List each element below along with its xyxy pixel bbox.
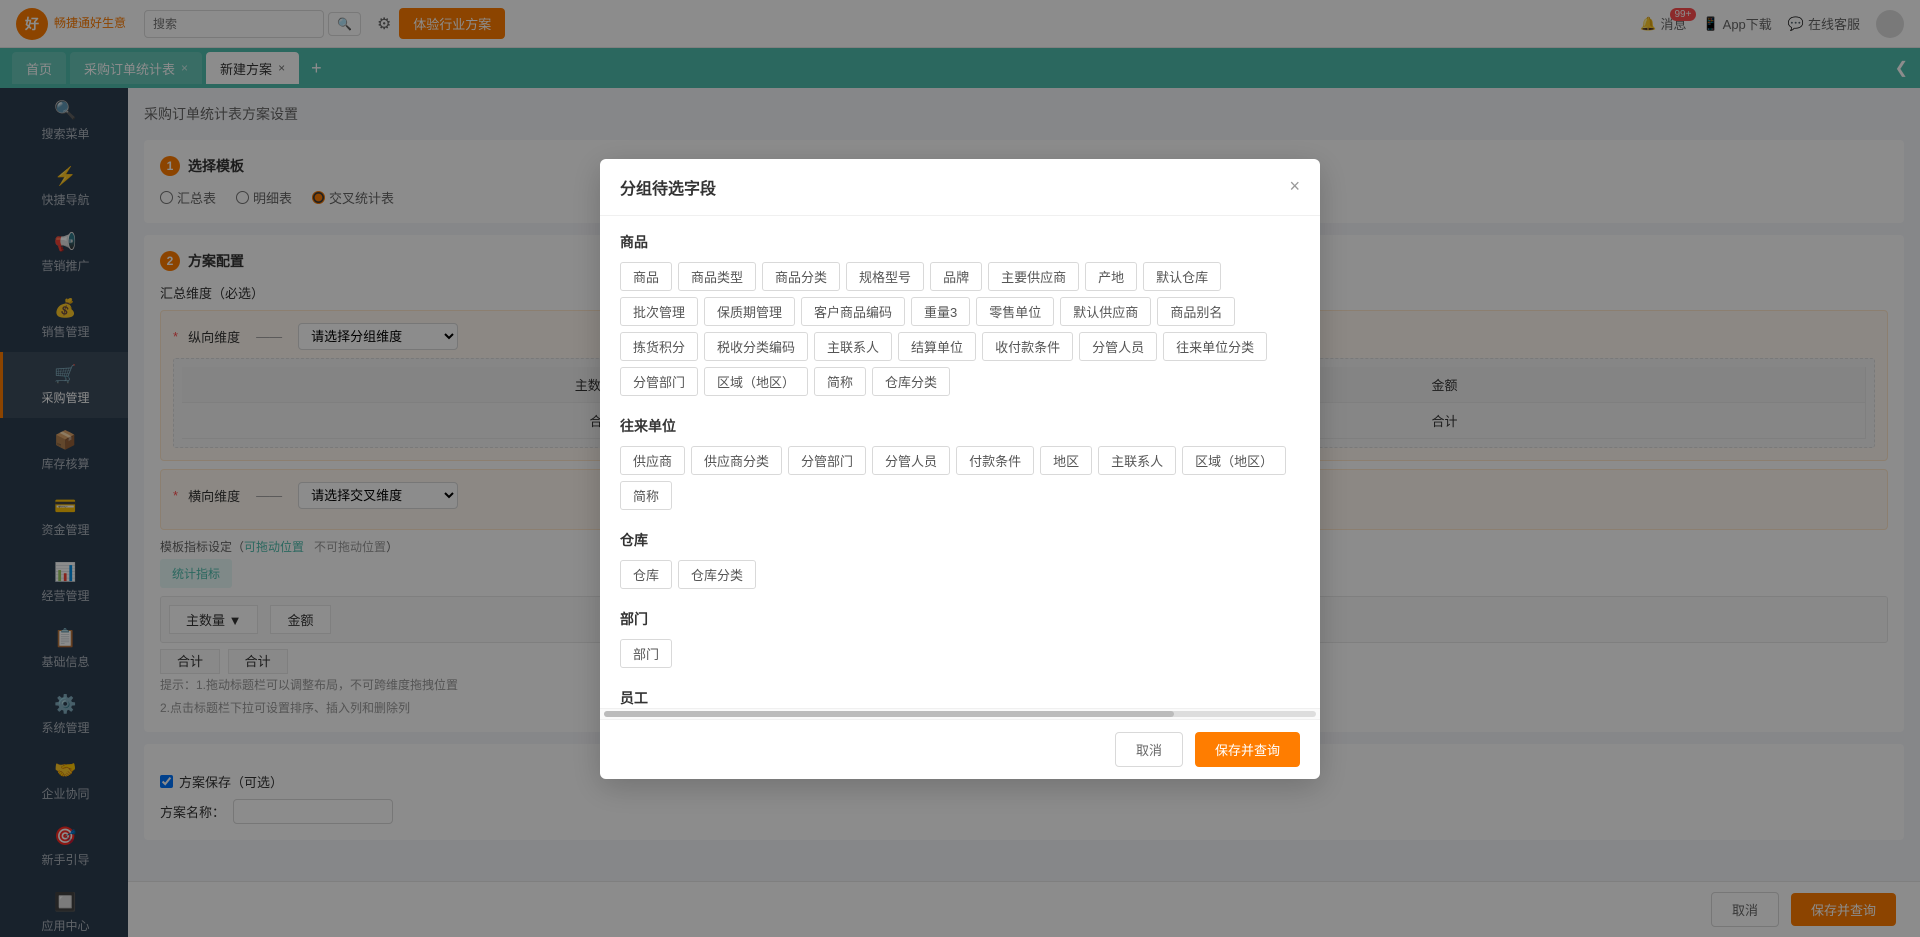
field-group-department: 部门 部门 bbox=[620, 609, 1300, 668]
modal: 分组待选字段 × 商品 商品 商品类型 商品分类 规格型号 品牌 主要供应商 产… bbox=[600, 159, 1320, 779]
field-tag-warehouse[interactable]: 仓库 bbox=[620, 560, 672, 589]
product-group-title: 商品 bbox=[620, 232, 1300, 252]
field-group-warehouse: 仓库 仓库 仓库分类 bbox=[620, 530, 1300, 589]
overlay: 分组待选字段 × 商品 商品 商品类型 商品分类 规格型号 品牌 主要供应商 产… bbox=[0, 0, 1920, 937]
field-tag-batch-mgmt[interactable]: 批次管理 bbox=[620, 297, 698, 326]
field-group-product: 商品 商品 商品类型 商品分类 规格型号 品牌 主要供应商 产地 默认仓库 批次… bbox=[620, 232, 1300, 396]
employee-group-title: 员工 bbox=[620, 688, 1300, 708]
field-tag-payment-cond[interactable]: 付款条件 bbox=[956, 446, 1034, 475]
field-tag-supervise-dept[interactable]: 分管部门 bbox=[788, 446, 866, 475]
field-tag-product[interactable]: 商品 bbox=[620, 262, 672, 291]
warehouse-field-tags: 仓库 仓库分类 bbox=[620, 560, 1300, 589]
field-tag-main-supplier[interactable]: 主要供应商 bbox=[988, 262, 1079, 291]
field-tag-region-2[interactable]: 区域（地区） bbox=[1182, 446, 1286, 475]
modal-header: 分组待选字段 × bbox=[600, 159, 1320, 216]
field-tag-weight3[interactable]: 重量3 bbox=[911, 297, 970, 326]
field-tag-settle-unit[interactable]: 结算单位 bbox=[898, 332, 976, 361]
field-tag-default-supplier[interactable]: 默认供应商 bbox=[1060, 297, 1151, 326]
field-tag-supplier[interactable]: 供应商 bbox=[620, 446, 685, 475]
field-tag-dept-supervisor[interactable]: 分管部门 bbox=[620, 367, 698, 396]
modal-hscroll[interactable] bbox=[600, 708, 1320, 718]
field-tag-warehouse-category[interactable]: 仓库分类 bbox=[872, 367, 950, 396]
modal-body[interactable]: 商品 商品 商品类型 商品分类 规格型号 品牌 主要供应商 产地 默认仓库 批次… bbox=[600, 216, 1320, 709]
counterpart-group-title: 往来单位 bbox=[620, 416, 1300, 436]
hscroll-thumb bbox=[604, 711, 1174, 717]
field-tag-product-type[interactable]: 商品类型 bbox=[678, 262, 756, 291]
field-tag-retail-unit[interactable]: 零售单位 bbox=[976, 297, 1054, 326]
counterpart-field-tags: 供应商 供应商分类 分管部门 分管人员 付款条件 地区 主联系人 区域（地区） … bbox=[620, 446, 1300, 510]
field-tag-pick-points[interactable]: 拣货积分 bbox=[620, 332, 698, 361]
field-tag-supervise-person[interactable]: 分管人员 bbox=[872, 446, 950, 475]
modal-close-button[interactable]: × bbox=[1289, 176, 1300, 197]
field-tag-payment-terms[interactable]: 收付款条件 bbox=[982, 332, 1073, 361]
field-tag-department[interactable]: 部门 bbox=[620, 639, 672, 668]
field-tag-product-alias[interactable]: 商品别名 bbox=[1157, 297, 1235, 326]
field-group-employee: 员工 业务员 bbox=[620, 688, 1300, 709]
warehouse-group-title: 仓库 bbox=[620, 530, 1300, 550]
field-tag-abbr[interactable]: 简称 bbox=[814, 367, 866, 396]
field-tag-brand[interactable]: 品牌 bbox=[930, 262, 982, 291]
field-tag-spec-model[interactable]: 规格型号 bbox=[846, 262, 924, 291]
field-tag-customer-code[interactable]: 客户商品编码 bbox=[801, 297, 905, 326]
field-tag-expiry-mgmt[interactable]: 保质期管理 bbox=[704, 297, 795, 326]
field-tag-product-category[interactable]: 商品分类 bbox=[762, 262, 840, 291]
field-tag-abbr-2[interactable]: 简称 bbox=[620, 481, 672, 510]
field-tag-default-warehouse[interactable]: 默认仓库 bbox=[1143, 262, 1221, 291]
field-tag-area[interactable]: 地区 bbox=[1040, 446, 1092, 475]
field-group-counterpart: 往来单位 供应商 供应商分类 分管部门 分管人员 付款条件 地区 主联系人 区域… bbox=[620, 416, 1300, 510]
field-tag-main-contact[interactable]: 主联系人 bbox=[814, 332, 892, 361]
field-tag-origin[interactable]: 产地 bbox=[1085, 262, 1137, 291]
field-tag-supervisor[interactable]: 分管人员 bbox=[1079, 332, 1157, 361]
field-tag-warehouse-cat[interactable]: 仓库分类 bbox=[678, 560, 756, 589]
modal-confirm-button[interactable]: 保存并查询 bbox=[1195, 732, 1300, 767]
department-field-tags: 部门 bbox=[620, 639, 1300, 668]
department-group-title: 部门 bbox=[620, 609, 1300, 629]
field-tag-tax-code[interactable]: 税收分类编码 bbox=[704, 332, 808, 361]
modal-footer: 取消 保存并查询 bbox=[600, 719, 1320, 779]
field-tag-main-contact-2[interactable]: 主联系人 bbox=[1098, 446, 1176, 475]
field-tag-region[interactable]: 区域（地区） bbox=[704, 367, 808, 396]
modal-title: 分组待选字段 bbox=[620, 175, 716, 199]
field-tag-supplier-category[interactable]: 供应商分类 bbox=[691, 446, 782, 475]
hscroll-track bbox=[604, 711, 1316, 717]
field-tag-counterpart-category[interactable]: 往来单位分类 bbox=[1163, 332, 1267, 361]
product-field-tags: 商品 商品类型 商品分类 规格型号 品牌 主要供应商 产地 默认仓库 批次管理 … bbox=[620, 262, 1300, 396]
modal-cancel-button[interactable]: 取消 bbox=[1115, 732, 1183, 767]
